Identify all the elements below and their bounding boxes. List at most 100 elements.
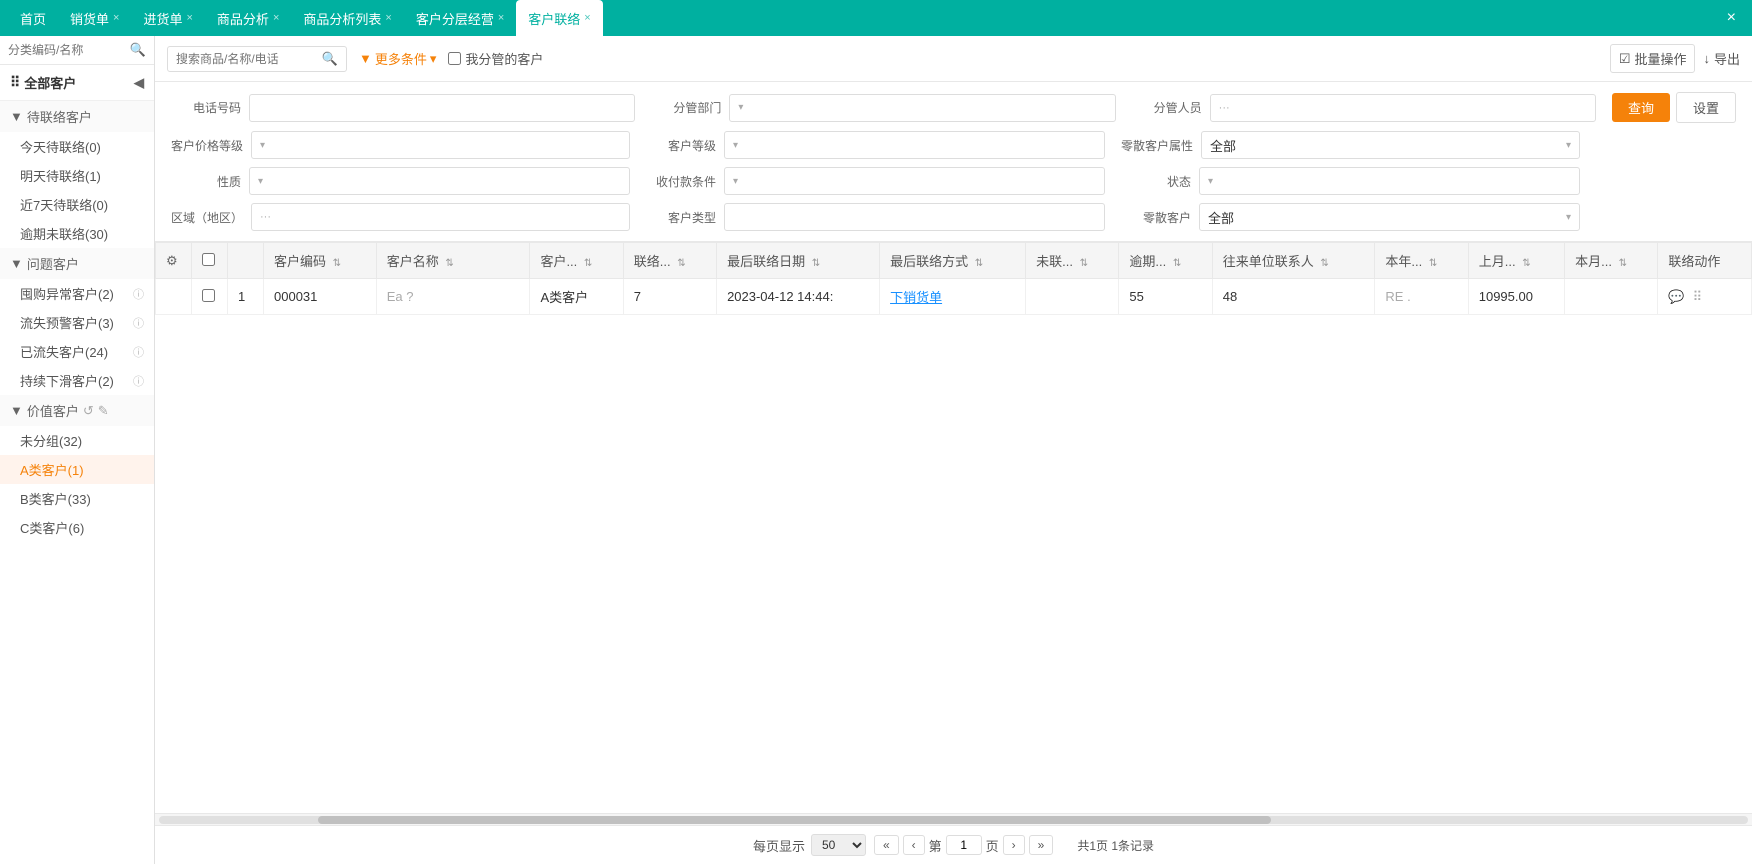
sort-icon-uncontacted[interactable]: ⇅ [1080, 258, 1088, 269]
filter-phone: 电话号码 [171, 94, 635, 122]
next-page-button[interactable]: › [1003, 835, 1025, 855]
filter-nature: 性质 ▾ [171, 167, 630, 195]
filter-retail-customer-select[interactable]: 全部 ▾ [1199, 203, 1580, 231]
action-more-icon[interactable]: ⠿ [1693, 289, 1703, 305]
settings-icon[interactable]: ⚙ [166, 253, 178, 268]
sort-icon-contact[interactable]: ⇅ [677, 258, 685, 269]
row-code-cell[interactable]: 000031 [264, 279, 377, 315]
nav-sales[interactable]: 销货单 × [58, 0, 131, 36]
scroll-thumb[interactable] [318, 816, 1271, 824]
filter-phone-input[interactable] [249, 94, 635, 122]
filter-region-input[interactable]: ··· [251, 203, 630, 231]
horizontal-scrollbar[interactable] [155, 813, 1752, 825]
row-index-cell: 1 [228, 279, 264, 315]
refresh-icon[interactable]: ↺ [83, 403, 94, 419]
sidebar-item-churned[interactable]: 已流失客户(24) ⓘ [0, 337, 154, 366]
nav-customer-segment[interactable]: 客户分层经营 × [404, 0, 516, 36]
prev-page-button[interactable]: ‹ [903, 835, 925, 855]
last-page-button[interactable]: » [1029, 835, 1054, 855]
filter-payment-select[interactable]: ▾ [724, 167, 1105, 195]
sidebar-item-today[interactable]: 今天待联络(0) [0, 132, 154, 161]
row-checkbox[interactable] [202, 289, 215, 302]
sidebar-item-churn-warning[interactable]: 流失预警客户(3) ⓘ [0, 308, 154, 337]
col-settings: ⚙ [156, 243, 192, 279]
page-input[interactable] [946, 835, 982, 855]
main-search-icon[interactable]: 🔍 [322, 51, 338, 67]
filter-customer-type-input[interactable] [724, 203, 1105, 231]
sort-icon-last-method[interactable]: ⇅ [975, 258, 983, 269]
main-search-box[interactable]: 🔍 [167, 46, 347, 72]
filter-status-select[interactable]: ▾ [1199, 167, 1580, 195]
more-filter-button[interactable]: ▼ 更多条件 ▾ [359, 49, 436, 68]
sidebar-search-icon[interactable]: 🔍 [130, 42, 146, 58]
nav-customer-contact-close[interactable]: × [584, 12, 590, 24]
sort-icon-contact-person[interactable]: ⇅ [1320, 258, 1328, 269]
collapse-icon[interactable]: ◀ [134, 75, 144, 91]
section-value-customers[interactable]: ▼ 价值客户 ↺ ✎ [0, 395, 154, 426]
my-customer-checkbox[interactable] [448, 52, 461, 65]
sort-icon-this-year[interactable]: ⇅ [1429, 258, 1437, 269]
filter-icon: ▼ [359, 51, 372, 66]
sort-icon-level[interactable]: ⇅ [584, 258, 592, 269]
section-problem-customers[interactable]: ▼ 问题客户 [0, 248, 154, 279]
edit-group-icon[interactable]: ✎ [98, 403, 109, 419]
filter-retail-customer-label: 零散客户 [1121, 209, 1191, 226]
nav-product-analysis-close[interactable]: × [273, 12, 279, 24]
sidebar-item-tomorrow-label: 明天待联络(1) [20, 166, 101, 185]
col-last-date: 最后联络日期 ⇅ [717, 243, 880, 279]
nav-customer-segment-close[interactable]: × [498, 12, 504, 24]
table-scroll-wrapper[interactable]: ⚙ 客户编码 ⇅ 客户名称 [155, 242, 1752, 813]
setting-button[interactable]: 设置 [1676, 92, 1736, 123]
sidebar-item-7days[interactable]: 近7天待联络(0) [0, 190, 154, 219]
first-page-button[interactable]: « [874, 835, 899, 855]
info-icon-churn-warning: ⓘ [133, 315, 144, 331]
action-chat-icon[interactable]: 💬 [1668, 289, 1684, 305]
filter-price-level-select[interactable]: ▾ [251, 131, 630, 159]
section-pending-contact[interactable]: ▼ 待联络客户 [0, 101, 154, 132]
window-close-button[interactable]: × [1719, 9, 1744, 27]
sidebar-item-unclassified[interactable]: 未分组(32) [0, 426, 154, 455]
nav-product-list[interactable]: 商品分析列表 × [291, 0, 403, 36]
sort-icon-name[interactable]: ⇅ [445, 258, 453, 269]
sidebar-item-declining[interactable]: 持续下滑客户(2) ⓘ [0, 366, 154, 395]
nav-home[interactable]: 首页 [8, 0, 58, 36]
nav-product-list-close[interactable]: × [385, 12, 391, 24]
top-navigation: 首页 销货单 × 进货单 × 商品分析 × 商品分析列表 × 客户分层经营 × … [0, 0, 1752, 36]
nav-purchase[interactable]: 进货单 × [131, 0, 204, 36]
sidebar-item-overdue[interactable]: 逾期未联络(30) [0, 219, 154, 248]
filter-nature-select[interactable]: ▾ [249, 167, 630, 195]
filter-price-level-label: 客户价格等级 [171, 137, 243, 154]
batch-op-button[interactable]: ☑ 批量操作 [1610, 44, 1696, 73]
nav-purchase-close[interactable]: × [186, 12, 192, 24]
my-customer-checkbox-area[interactable]: 我分管的客户 [448, 49, 543, 68]
sidebar-item-a-class[interactable]: A类客户(1) [0, 455, 154, 484]
row-last-method-cell[interactable]: 下销货单 [880, 279, 1026, 315]
sort-icon-overdue[interactable]: ⇅ [1173, 258, 1181, 269]
select-all-checkbox[interactable] [202, 253, 215, 266]
main-search-input[interactable] [176, 52, 322, 66]
sort-icon-last-date[interactable]: ⇅ [812, 258, 820, 269]
filter-phone-label: 电话号码 [171, 99, 241, 116]
sidebar-item-tomorrow[interactable]: 明天待联络(1) [0, 161, 154, 190]
query-button[interactable]: 查询 [1612, 93, 1670, 122]
sort-icon-code[interactable]: ⇅ [333, 258, 341, 269]
sidebar-all-customers[interactable]: ⠿ 全部客户 ◀ [0, 65, 154, 101]
nav-product-analysis[interactable]: 商品分析 × [205, 0, 291, 36]
sort-icon-last-month[interactable]: ⇅ [1522, 258, 1530, 269]
sidebar-item-hoard-abnormal[interactable]: 囤购异常客户(2) ⓘ [0, 279, 154, 308]
sidebar-item-c-class[interactable]: C类客户(6) [0, 513, 154, 542]
filter-person-input[interactable]: ··· [1210, 94, 1596, 122]
sort-icon-this-month[interactable]: ⇅ [1619, 258, 1627, 269]
pagination-controls: « ‹ 第 页 › » [874, 835, 1053, 855]
sidebar-item-b-class[interactable]: B类客户(33) [0, 484, 154, 513]
per-page-select[interactable]: 50 100 200 [811, 834, 866, 856]
row-last-method[interactable]: 下销货单 [890, 290, 942, 305]
nav-customer-contact[interactable]: 客户联络 × [516, 0, 602, 36]
sidebar-item-c-class-label: C类客户(6) [20, 518, 84, 537]
export-button[interactable]: ↓ 导出 [1703, 49, 1740, 68]
filter-customer-level-select[interactable]: ▾ [724, 131, 1105, 159]
filter-dept-select[interactable]: ▾ [729, 94, 1115, 122]
nav-sales-close[interactable]: × [113, 12, 119, 24]
filter-retail-attr-select[interactable]: 全部 ▾ [1201, 131, 1580, 159]
sidebar-search-input[interactable] [8, 43, 130, 57]
